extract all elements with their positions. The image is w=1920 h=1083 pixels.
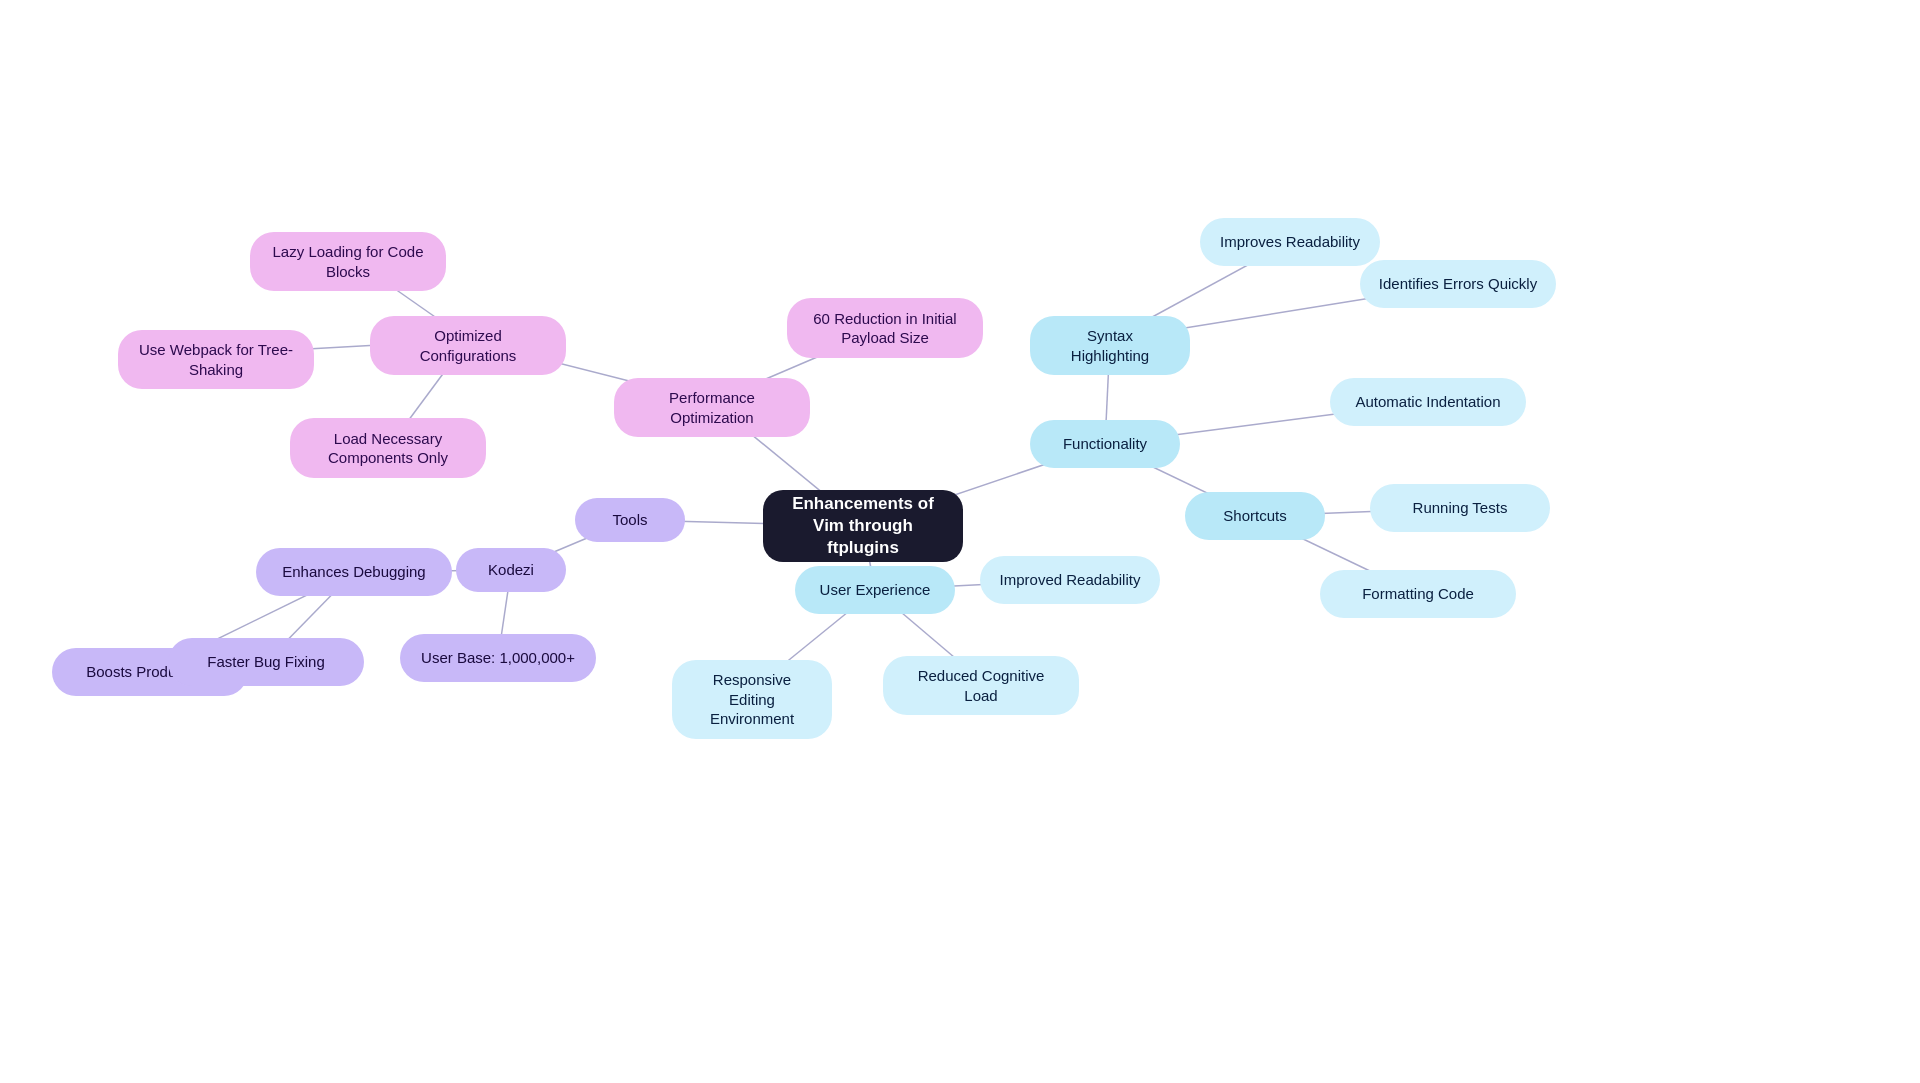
node-shortcuts: Shortcuts (1185, 492, 1325, 540)
node-improves: Improves Readability (1200, 218, 1380, 266)
node-userexp: User Experience (795, 566, 955, 614)
node-load: Load Necessary Components Only (290, 418, 486, 478)
node-faster: Faster Bug Fixing (168, 638, 364, 686)
node-autoindent: Automatic Indentation (1330, 378, 1526, 426)
node-syntax: Syntax Highlighting (1030, 316, 1190, 375)
node-improved: Improved Readability (980, 556, 1160, 604)
node-kodezi: Kodezi (456, 548, 566, 592)
node-identifies: Identifies Errors Quickly (1360, 260, 1556, 308)
node-performance: Performance Optimization (614, 378, 810, 437)
node-userbase: User Base: 1,000,000+ (400, 634, 596, 682)
node-enhances: Enhances Debugging (256, 548, 452, 596)
node-responsive: Responsive Editing Environment (672, 660, 832, 739)
node-optimized: Optimized Configurations (370, 316, 566, 375)
node-webpack: Use Webpack for Tree-Shaking (118, 330, 314, 389)
node-running: Running Tests (1370, 484, 1550, 532)
node-cognitive: Reduced Cognitive Load (883, 656, 1079, 715)
node-payload: 60 Reduction in Initial Payload Size (787, 298, 983, 358)
node-lazy: Lazy Loading for Code Blocks (250, 232, 446, 291)
node-functionality: Functionality (1030, 420, 1180, 468)
node-tools: Tools (575, 498, 685, 542)
node-formatting: Formatting Code (1320, 570, 1516, 618)
center-node: Enhancements of Vim through ftplugins (763, 490, 963, 562)
